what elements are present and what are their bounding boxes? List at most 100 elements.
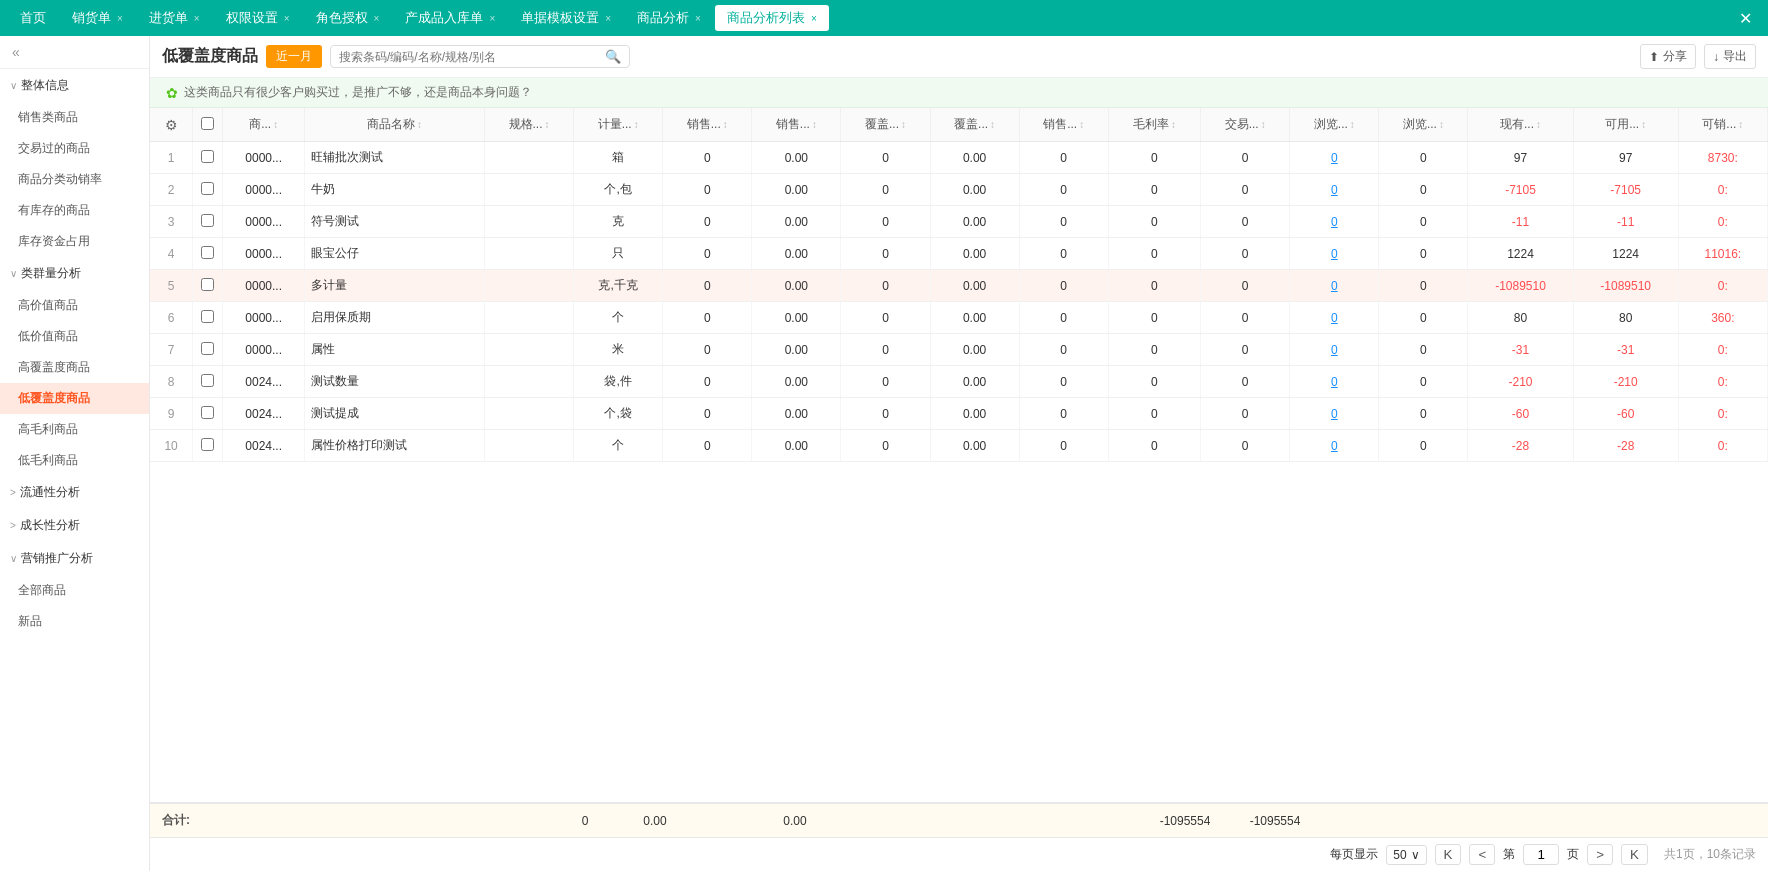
sidebar-section-growth[interactable]: > 成长性分析: [0, 509, 149, 542]
nav-purchase[interactable]: 进货单 ×: [137, 5, 212, 31]
row-browse1[interactable]: 0: [1290, 302, 1379, 334]
sidebar-item-category-rate[interactable]: 商品分类动销率: [0, 164, 149, 195]
col-sales2[interactable]: 销售...↕: [752, 108, 841, 142]
nav-roles[interactable]: 角色授权 ×: [304, 5, 392, 31]
share-button[interactable]: ⬆ 分享: [1640, 44, 1696, 69]
col-trade[interactable]: 交易...↕: [1201, 108, 1290, 142]
col-sales1[interactable]: 销售...↕: [663, 108, 752, 142]
nav-products-in-close[interactable]: ×: [489, 13, 495, 24]
sidebar-item-high-coverage[interactable]: 高覆盖度商品: [0, 352, 149, 383]
row-checkbox-cell[interactable]: [193, 430, 223, 462]
row-browse1[interactable]: 0: [1290, 238, 1379, 270]
row-browse1[interactable]: 0: [1290, 142, 1379, 174]
sidebar-item-sales-goods[interactable]: 销售类商品: [0, 102, 149, 133]
sidebar-item-high-value[interactable]: 高价值商品: [0, 290, 149, 321]
row-checkbox[interactable]: [201, 310, 214, 323]
row-checkbox-cell[interactable]: [193, 238, 223, 270]
row-browse1[interactable]: 0: [1290, 430, 1379, 462]
nav-permissions[interactable]: 权限设置 ×: [214, 5, 302, 31]
nav-analysis[interactable]: 商品分析 ×: [625, 5, 713, 31]
col-gross-rate[interactable]: 毛利率↕: [1108, 108, 1200, 142]
col-code[interactable]: 商...↕: [223, 108, 305, 142]
col-unit[interactable]: 计量...↕: [574, 108, 663, 142]
row-checkbox[interactable]: [201, 278, 214, 291]
nav-products-in[interactable]: 产成品入库单 ×: [393, 5, 507, 31]
search-icon[interactable]: 🔍: [605, 49, 621, 64]
nav-purchase-close[interactable]: ×: [194, 13, 200, 24]
page-size-selector[interactable]: 50 ∨: [1386, 845, 1426, 865]
export-button[interactable]: ↓ 导出: [1704, 44, 1756, 69]
row-browse1[interactable]: 0: [1290, 398, 1379, 430]
sidebar-section-marketing[interactable]: ∨ 营销推广分析: [0, 542, 149, 575]
search-input[interactable]: [339, 50, 601, 64]
row-checkbox-cell[interactable]: [193, 270, 223, 302]
nav-sales-close[interactable]: ×: [117, 13, 123, 24]
row-checkbox[interactable]: [201, 438, 214, 451]
row-browse1[interactable]: 0: [1290, 174, 1379, 206]
sidebar-item-in-stock[interactable]: 有库存的商品: [0, 195, 149, 226]
first-page-button[interactable]: K: [1435, 844, 1462, 865]
col-coverage1[interactable]: 覆盖...↕: [841, 108, 930, 142]
row-browse1[interactable]: 0: [1290, 206, 1379, 238]
sidebar-section-overall[interactable]: ∨ 整体信息: [0, 69, 149, 102]
row-checkbox[interactable]: [201, 150, 214, 163]
last-page-button[interactable]: K: [1621, 844, 1648, 865]
select-all-checkbox[interactable]: [201, 117, 214, 130]
sidebar-item-low-coverage[interactable]: 低覆盖度商品: [0, 383, 149, 414]
prev-page-button[interactable]: <: [1469, 844, 1495, 865]
row-checkbox-cell[interactable]: [193, 366, 223, 398]
col-settings[interactable]: ⚙: [150, 108, 193, 142]
sidebar-item-high-profit[interactable]: 高毛利商品: [0, 414, 149, 445]
sidebar-item-traded-goods[interactable]: 交易过的商品: [0, 133, 149, 164]
col-browse1[interactable]: 浏览...↕: [1290, 108, 1379, 142]
nav-permissions-close[interactable]: ×: [284, 13, 290, 24]
sidebar-item-low-profit[interactable]: 低毛利商品: [0, 445, 149, 476]
row-checkbox-cell[interactable]: [193, 142, 223, 174]
nav-analysis-close[interactable]: ×: [695, 13, 701, 24]
nav-sales[interactable]: 销货单 ×: [60, 5, 135, 31]
row-checkbox[interactable]: [201, 214, 214, 227]
row-checkbox-cell[interactable]: [193, 174, 223, 206]
row-checkbox[interactable]: [201, 406, 214, 419]
row-browse1[interactable]: 0: [1290, 334, 1379, 366]
row-checkbox[interactable]: [201, 342, 214, 355]
col-sales3[interactable]: 销售...↕: [1019, 108, 1108, 142]
sidebar-section-liquidity[interactable]: > 流通性分析: [0, 476, 149, 509]
page-number-input[interactable]: [1523, 844, 1559, 865]
col-current-stock[interactable]: 现有...↕: [1468, 108, 1573, 142]
sidebar-item-low-value[interactable]: 低价值商品: [0, 321, 149, 352]
row-checkbox-cell[interactable]: [193, 398, 223, 430]
row-checkbox-cell[interactable]: [193, 334, 223, 366]
next-page-button[interactable]: >: [1587, 844, 1613, 865]
nav-home[interactable]: 首页: [8, 5, 58, 31]
nav-analysis-list-close[interactable]: ×: [811, 13, 817, 24]
filter-period-button[interactable]: 近一月: [266, 45, 322, 68]
row-unit: 个,袋: [574, 398, 663, 430]
col-sellable-stock[interactable]: 可销...↕: [1678, 108, 1767, 142]
col-available-stock[interactable]: 可用...↕: [1573, 108, 1678, 142]
row-checkbox[interactable]: [201, 246, 214, 259]
col-name[interactable]: 商品名称↕: [305, 108, 485, 142]
collapse-sidebar-button[interactable]: «: [8, 42, 24, 62]
sidebar-item-all-goods[interactable]: 全部商品: [0, 575, 149, 606]
row-checkbox[interactable]: [201, 182, 214, 195]
nav-analysis-list[interactable]: 商品分析列表 ×: [715, 5, 829, 31]
row-browse1[interactable]: 0: [1290, 366, 1379, 398]
nav-roles-close[interactable]: ×: [374, 13, 380, 24]
sidebar-item-new-goods[interactable]: 新品: [0, 606, 149, 637]
col-spec[interactable]: 规格...↕: [484, 108, 573, 142]
row-checkbox[interactable]: [201, 374, 214, 387]
sidebar-section-cluster[interactable]: ∨ 类群量分析: [0, 257, 149, 290]
row-checkbox-cell[interactable]: [193, 302, 223, 334]
col-coverage2[interactable]: 覆盖...↕: [930, 108, 1019, 142]
table-container[interactable]: ⚙ 商...↕ 商品名称↕ 规格...↕ 计量...↕ 销售...↕ 销售...…: [150, 108, 1768, 802]
row-browse1[interactable]: 0: [1290, 270, 1379, 302]
row-checkbox-cell[interactable]: [193, 206, 223, 238]
col-checkbox[interactable]: [193, 108, 223, 142]
nav-template[interactable]: 单据模板设置 ×: [509, 5, 623, 31]
col-browse2[interactable]: 浏览...↕: [1379, 108, 1468, 142]
sidebar-item-capital[interactable]: 库存资金占用: [0, 226, 149, 257]
gear-icon[interactable]: ⚙: [165, 117, 178, 133]
nav-template-close[interactable]: ×: [605, 13, 611, 24]
window-close-button[interactable]: ✕: [1731, 9, 1760, 28]
